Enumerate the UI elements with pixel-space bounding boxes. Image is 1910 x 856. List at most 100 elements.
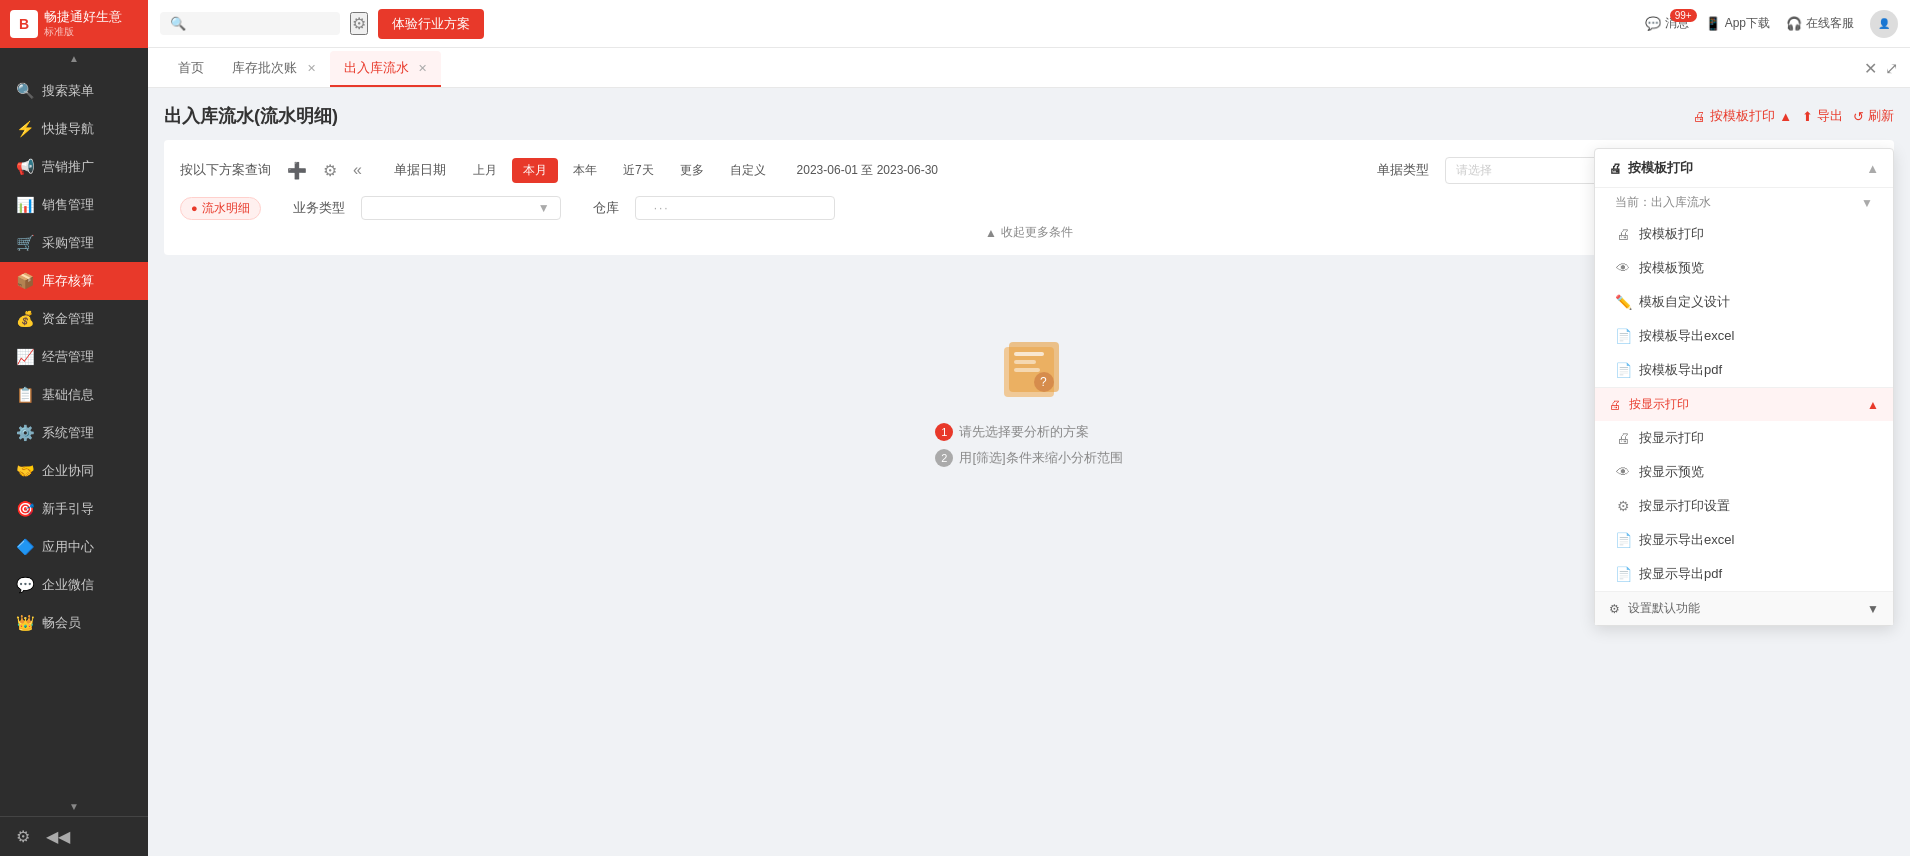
page-content: 出入库流水(流水明细) 🖨 按模板打印 ▲ ⬆ 导出 ↺ 刷新: [148, 88, 1910, 856]
tab-flow-close[interactable]: ✕: [418, 62, 427, 74]
topbar-gear-button[interactable]: ⚙: [350, 12, 368, 35]
sidebar-nav: 🔍 搜索菜单 ⚡ 快捷导航 📢 营销推广 📊 销售管理 🛒 采购管理 📦 库存核…: [0, 68, 148, 796]
sidebar-item-quick-nav[interactable]: ⚡ 快捷导航: [0, 110, 148, 148]
money-icon: 💰: [16, 310, 34, 328]
page-actions: 🖨 按模板打印 ▲ ⬆ 导出 ↺ 刷新: [1693, 107, 1894, 125]
dropdown-title: 🖨 按模板打印: [1609, 159, 1693, 177]
sidebar-item-finance[interactable]: 💰 资金管理: [0, 300, 148, 338]
main-area: 🔍 ⚙ 体验行业方案 💬 消息 99+ 📱 App下载 🎧 在线客服 👤: [148, 0, 1910, 856]
tip-num-1: 1: [935, 423, 953, 441]
filter-setting-btn[interactable]: ⚙: [323, 161, 337, 180]
refresh-btn[interactable]: ↺ 刷新: [1853, 107, 1894, 125]
sidebar-item-purchase[interactable]: 🛒 采购管理: [0, 224, 148, 262]
tab-batch[interactable]: 库存批次账 ✕: [218, 51, 330, 87]
message-btn[interactable]: 💬 消息 99+: [1645, 15, 1689, 32]
avatar-text: 👤: [1878, 18, 1890, 29]
biz-type-label: 业务类型: [293, 199, 345, 217]
app-download-label: App下载: [1725, 15, 1770, 32]
template-preview-item[interactable]: 👁 按模板预览: [1595, 251, 1893, 285]
sidebar-item-operations[interactable]: 📈 经营管理: [0, 338, 148, 376]
default-setting-section-header[interactable]: ⚙ 设置默认功能 ▼: [1595, 592, 1893, 625]
display-print-setting-item[interactable]: ⚙ 按显示打印设置: [1595, 489, 1893, 523]
filter-add-btn[interactable]: ➕: [287, 161, 307, 180]
tab-batch-close[interactable]: ✕: [307, 62, 316, 74]
date-filter-label: 单据日期: [394, 161, 446, 179]
preview-icon: 👁: [1615, 260, 1631, 276]
printer-item-icon: 🖨: [1615, 226, 1631, 242]
sidebar-item-system[interactable]: ⚙️ 系统管理: [0, 414, 148, 452]
date-filter-tabs: 上月 本月 本年 近7天 更多 自定义: [462, 158, 777, 183]
sidebar-item-inventory[interactable]: 📦 库存核算: [0, 262, 148, 300]
sidebar-item-sales[interactable]: 📊 销售管理: [0, 186, 148, 224]
window-maximize-btn[interactable]: ⤢: [1885, 58, 1898, 77]
template-export-pdf-item[interactable]: 📄 按模板导出pdf: [1595, 353, 1893, 387]
headset-icon: 🎧: [1786, 16, 1802, 31]
gear-icon: ⚙️: [16, 424, 34, 442]
sidebar-item-basic[interactable]: 📋 基础信息: [0, 376, 148, 414]
filter-tag-flow[interactable]: ● 流水明细: [180, 197, 261, 220]
sidebar-item-search[interactable]: 🔍 搜索菜单: [0, 72, 148, 110]
date-tab-more[interactable]: 更多: [669, 158, 715, 183]
chevron-up-icon: ▲: [985, 226, 997, 240]
sidebar-scroll-up[interactable]: ▲: [0, 48, 148, 68]
template-export-excel-item[interactable]: 📄 按模板导出excel: [1595, 319, 1893, 353]
empty-illustration: ?: [989, 327, 1069, 407]
display-export-pdf-item[interactable]: 📄 按显示导出pdf: [1595, 557, 1893, 591]
date-tab-this-year[interactable]: 本年: [562, 158, 608, 183]
printer-icon: 🖨: [1693, 109, 1706, 124]
date-tab-7days[interactable]: 近7天: [612, 158, 665, 183]
display-print-item[interactable]: 🖨 按显示打印: [1595, 421, 1893, 455]
handshake-icon: 🤝: [16, 462, 34, 480]
sidebar-item-marketing[interactable]: 📢 营销推广: [0, 148, 148, 186]
collapse-sidebar-icon[interactable]: ◀◀: [46, 827, 70, 846]
template-print-item[interactable]: 🖨 按模板打印: [1595, 217, 1893, 251]
biz-type-chevron-icon: ▼: [538, 201, 550, 215]
date-tab-custom[interactable]: 自定义: [719, 158, 777, 183]
search-icon: 🔍: [170, 16, 186, 31]
sidebar-item-collab[interactable]: 🤝 企业协同: [0, 452, 148, 490]
chart-icon: 📊: [16, 196, 34, 214]
biz-type-select[interactable]: ▼: [361, 196, 561, 220]
display-export-excel-item[interactable]: 📄 按显示导出excel: [1595, 523, 1893, 557]
dropdown-collapse-icon[interactable]: ▲: [1866, 161, 1879, 176]
print-template-btn[interactable]: 🖨 按模板打印 ▲: [1693, 107, 1792, 125]
date-tab-last-month[interactable]: 上月: [462, 158, 508, 183]
sidebar-item-guide[interactable]: 🎯 新手引导: [0, 490, 148, 528]
tab-bar: 首页 库存批次账 ✕ 出入库流水 ✕ ✕ ⤢: [148, 48, 1910, 88]
sidebar-scroll-down[interactable]: ▼: [0, 796, 148, 816]
display-print-section-header: 🖨 按显示打印 ▲: [1595, 388, 1893, 421]
window-close-btn[interactable]: ✕: [1864, 58, 1877, 77]
svg-rect-2: [1014, 352, 1044, 356]
dropdown-header: 🖨 按模板打印 ▲: [1595, 149, 1893, 188]
target-icon: 🎯: [16, 500, 34, 518]
topbar: 🔍 ⚙ 体验行业方案 💬 消息 99+ 📱 App下载 🎧 在线客服 👤: [148, 0, 1910, 48]
template-custom-item[interactable]: ✏️ 模板自定义设计: [1595, 285, 1893, 319]
tab-flow[interactable]: 出入库流水 ✕: [330, 51, 442, 87]
topbar-right: 💬 消息 99+ 📱 App下载 🎧 在线客服 👤: [1645, 10, 1898, 38]
crown-icon: 👑: [16, 614, 34, 632]
section-collapse-icon[interactable]: ▲: [1867, 398, 1879, 412]
display-settings-icon: ⚙: [1615, 498, 1631, 514]
sidebar-item-wecom[interactable]: 💬 企业微信: [0, 566, 148, 604]
tab-home[interactable]: 首页: [164, 51, 218, 87]
chevron-up-icon: ▲: [1779, 109, 1792, 124]
message-icon: 💬: [1645, 16, 1661, 31]
search-input[interactable]: [190, 17, 330, 31]
sidebar-item-member[interactable]: 👑 畅会员: [0, 604, 148, 642]
trial-btn[interactable]: 体验行业方案: [378, 9, 484, 39]
topbar-search-box[interactable]: 🔍: [160, 12, 340, 35]
message-badge: 99+: [1670, 9, 1697, 22]
box-icon: 📦: [16, 272, 34, 290]
export-btn[interactable]: ⬆ 导出: [1802, 107, 1843, 125]
online-service-btn[interactable]: 🎧 在线客服: [1786, 15, 1854, 32]
sidebar-item-appstore[interactable]: 🔷 应用中心: [0, 528, 148, 566]
display-preview-item[interactable]: 👁 按显示预览: [1595, 455, 1893, 489]
filter-collapse-left-btn[interactable]: «: [353, 161, 362, 179]
date-tab-this-month[interactable]: 本月: [512, 158, 558, 183]
printer-header-icon: 🖨: [1609, 161, 1622, 176]
user-avatar[interactable]: 👤: [1870, 10, 1898, 38]
settings-icon[interactable]: ⚙: [16, 827, 30, 846]
app-download-btn[interactable]: 📱 App下载: [1705, 15, 1770, 32]
filter-label: 按以下方案查询: [180, 161, 271, 179]
warehouse-select[interactable]: ···: [635, 196, 835, 220]
